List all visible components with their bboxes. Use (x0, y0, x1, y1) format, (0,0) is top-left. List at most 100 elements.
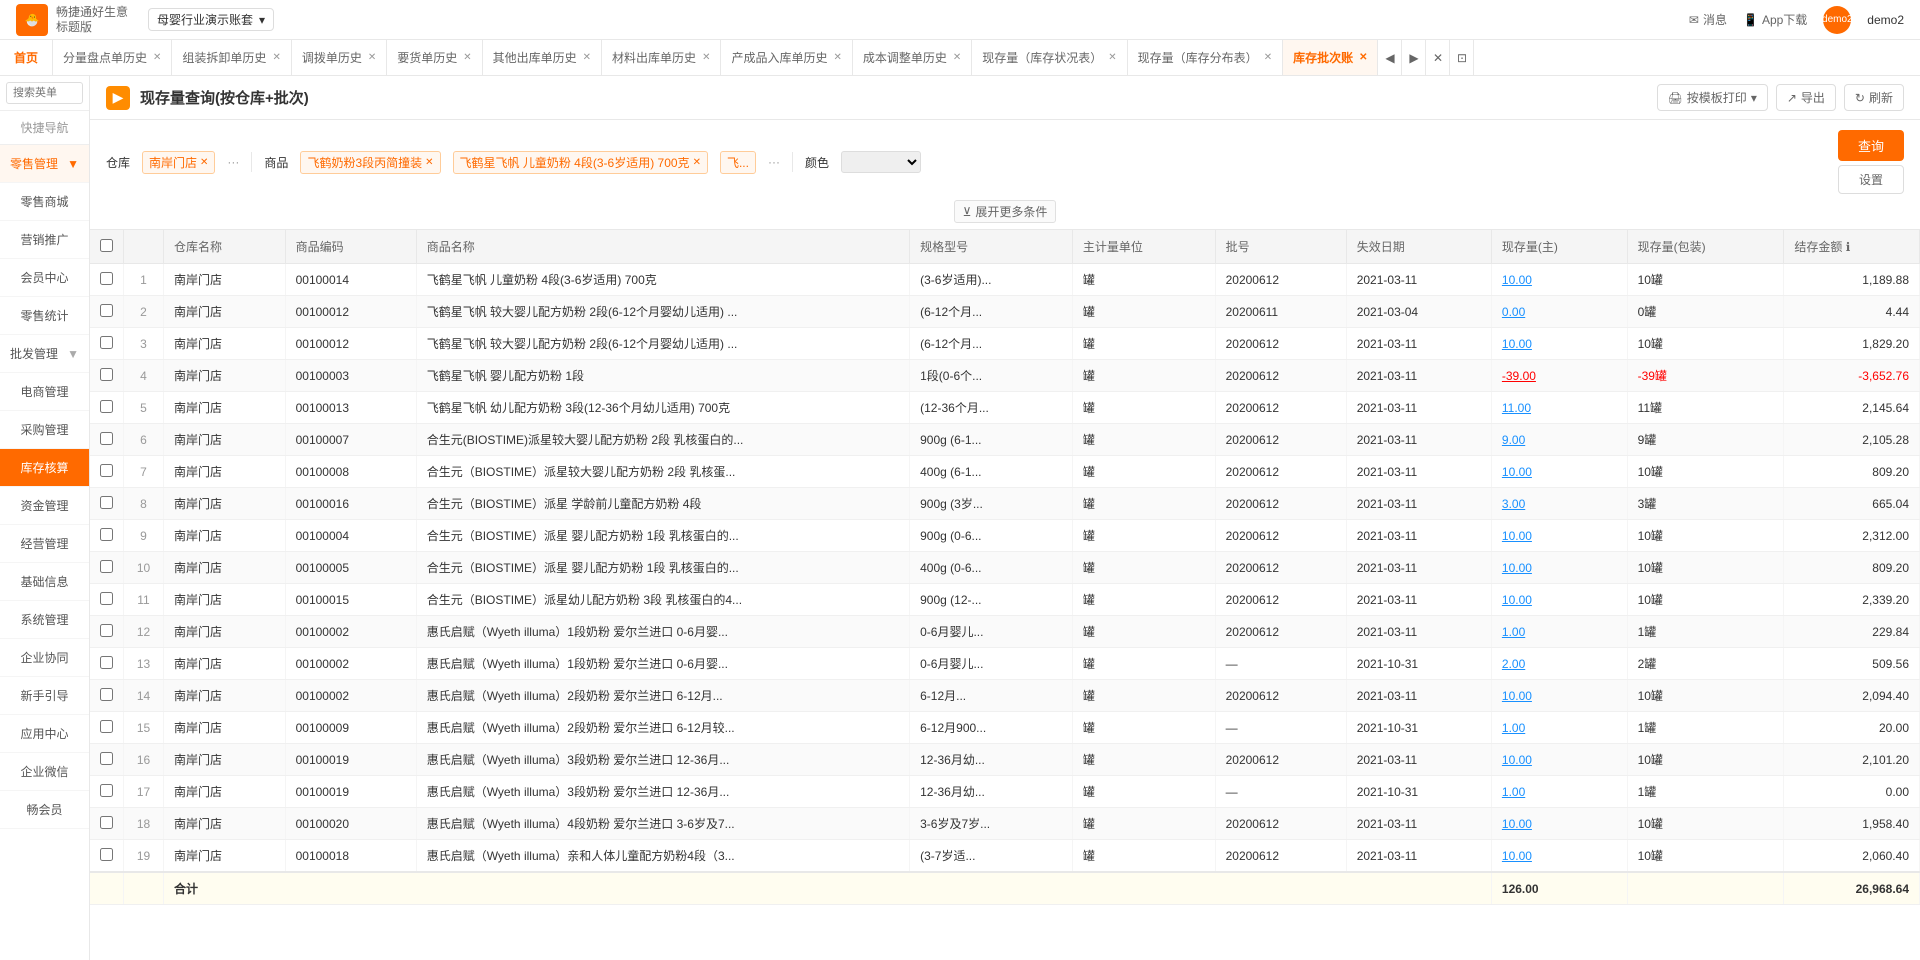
sidebar-item-wechat[interactable]: 企业微信 (0, 753, 89, 791)
tab-4[interactable]: 要货单历史 ✕ (387, 40, 482, 76)
row-checkbox-7[interactable] (100, 464, 113, 477)
tab-7-close[interactable]: ✕ (833, 52, 841, 63)
row-qty-main-11[interactable]: 10.00 (1491, 584, 1627, 616)
row-check-8[interactable] (90, 488, 124, 520)
tab-2[interactable]: 组装拆卸单历史 ✕ (172, 40, 291, 76)
org-selector[interactable]: 母婴行业演示账套 ▾ (148, 8, 274, 31)
row-qty-main-8[interactable]: 3.00 (1491, 488, 1627, 520)
tab-1[interactable]: 分量盘点单历史 ✕ (53, 40, 172, 76)
row-check-14[interactable] (90, 680, 124, 712)
tab-10[interactable]: 现存量（库存分布表） ✕ (1128, 40, 1283, 76)
row-check-4[interactable] (90, 360, 124, 392)
row-check-10[interactable] (90, 552, 124, 584)
row-checkbox-2[interactable] (100, 304, 113, 317)
filter-dots-1[interactable]: ··· (227, 155, 239, 169)
row-checkbox-9[interactable] (100, 528, 113, 541)
row-check-1[interactable] (90, 264, 124, 296)
row-qty-main-14[interactable]: 10.00 (1491, 680, 1627, 712)
product-tag-1[interactable]: 飞鹤奶粉3段丙简撞装 ✕ (300, 151, 440, 174)
tab-5-close[interactable]: ✕ (583, 52, 591, 63)
sidebar-item-management[interactable]: 经营管理 (0, 525, 89, 563)
tab-2-close[interactable]: ✕ (272, 52, 280, 63)
query-button[interactable]: 查询 (1838, 130, 1904, 161)
warehouse-close-icon[interactable]: ✕ (200, 157, 208, 168)
row-qty-main-4[interactable]: -39.00 (1491, 360, 1627, 392)
row-check-12[interactable] (90, 616, 124, 648)
tab-nav-expand[interactable]: ⊡ (1450, 40, 1474, 76)
row-qty-main-5[interactable]: 11.00 (1491, 392, 1627, 424)
row-check-11[interactable] (90, 584, 124, 616)
tab-10-close[interactable]: ✕ (1264, 52, 1272, 63)
filter-dots-2[interactable]: ··· (768, 155, 780, 169)
color-select[interactable] (841, 151, 921, 173)
export-btn[interactable]: ↗ 导出 (1776, 84, 1836, 111)
sidebar-item-marketing[interactable]: 营销推广 (0, 221, 89, 259)
sidebar-item-purchase[interactable]: 采购管理 (0, 411, 89, 449)
row-checkbox-19[interactable] (100, 848, 113, 861)
row-check-5[interactable] (90, 392, 124, 424)
row-qty-main-1[interactable]: 10.00 (1491, 264, 1627, 296)
row-qty-main-17[interactable]: 1.00 (1491, 776, 1627, 808)
app-download-btn[interactable]: 📱 App下载 (1743, 11, 1807, 28)
row-check-9[interactable] (90, 520, 124, 552)
row-checkbox-14[interactable] (100, 688, 113, 701)
row-check-2[interactable] (90, 296, 124, 328)
row-qty-main-15[interactable]: 1.00 (1491, 712, 1627, 744)
expand-conditions-btn[interactable]: ⊻ 展开更多条件 (954, 200, 1057, 223)
sidebar-item-inventory[interactable]: 库存核算 (0, 449, 89, 487)
row-checkbox-4[interactable] (100, 368, 113, 381)
sidebar-item-basic-info[interactable]: 基础信息 (0, 563, 89, 601)
sidebar-item-ecommerce[interactable]: 电商管理 (0, 373, 89, 411)
row-checkbox-17[interactable] (100, 784, 113, 797)
row-checkbox-18[interactable] (100, 816, 113, 829)
sidebar-item-retail-mall[interactable]: 零售商城 (0, 183, 89, 221)
row-checkbox-13[interactable] (100, 656, 113, 669)
row-check-6[interactable] (90, 424, 124, 456)
sidebar-item-wholesale[interactable]: 批发管理 ▼ (0, 335, 89, 373)
row-check-7[interactable] (90, 456, 124, 488)
tab-7[interactable]: 产成品入库单历史 ✕ (721, 40, 852, 76)
expand-sidebar-btn[interactable]: ▶ (106, 86, 130, 110)
tab-5[interactable]: 其他出库单历史 ✕ (483, 40, 602, 76)
product-tag-1-close[interactable]: ✕ (425, 157, 433, 168)
row-checkbox-16[interactable] (100, 752, 113, 765)
tab-6-close[interactable]: ✕ (702, 52, 710, 63)
row-checkbox-10[interactable] (100, 560, 113, 573)
tab-active-close[interactable]: ✕ (1359, 52, 1367, 63)
tab-8-close[interactable]: ✕ (953, 52, 961, 63)
tab-9-close[interactable]: ✕ (1108, 52, 1116, 63)
sidebar-item-member-center[interactable]: 会员中心 (0, 259, 89, 297)
row-check-17[interactable] (90, 776, 124, 808)
row-checkbox-15[interactable] (100, 720, 113, 733)
row-checkbox-8[interactable] (100, 496, 113, 509)
settings-button[interactable]: 设置 (1838, 165, 1904, 194)
row-qty-main-13[interactable]: 2.00 (1491, 648, 1627, 680)
message-btn[interactable]: ✉ 消息 (1689, 11, 1727, 28)
tab-4-close[interactable]: ✕ (463, 52, 471, 63)
row-check-3[interactable] (90, 328, 124, 360)
sidebar-item-guide[interactable]: 新手引导 (0, 677, 89, 715)
sidebar-item-app-center[interactable]: 应用中心 (0, 715, 89, 753)
row-qty-main-7[interactable]: 10.00 (1491, 456, 1627, 488)
row-check-15[interactable] (90, 712, 124, 744)
tab-nav-left[interactable]: ◀ (1378, 40, 1402, 76)
row-qty-main-12[interactable]: 1.00 (1491, 616, 1627, 648)
product-tag-more[interactable]: 飞... (720, 151, 756, 174)
row-checkbox-3[interactable] (100, 336, 113, 349)
print-btn[interactable]: 🖨 按模板打印 ▾ (1657, 84, 1768, 111)
warehouse-tag[interactable]: 南岸门店 ✕ (142, 151, 215, 174)
row-qty-main-2[interactable]: 0.00 (1491, 296, 1627, 328)
sidebar-item-system[interactable]: 系统管理 (0, 601, 89, 639)
sidebar-item-retail-management[interactable]: 零售管理 ▼ (0, 145, 89, 183)
row-checkbox-5[interactable] (100, 400, 113, 413)
select-all-checkbox[interactable] (100, 239, 113, 252)
tab-6[interactable]: 材料出库单历史 ✕ (602, 40, 721, 76)
user-avatar[interactable]: demo2 (1823, 6, 1851, 34)
sidebar-item-enterprise[interactable]: 企业协同 (0, 639, 89, 677)
sidebar-item-member[interactable]: 畅会员 (0, 791, 89, 829)
sidebar-item-retail-stats[interactable]: 零售统计 (0, 297, 89, 335)
row-qty-main-6[interactable]: 9.00 (1491, 424, 1627, 456)
tab-3[interactable]: 调拨单历史 ✕ (292, 40, 387, 76)
tab-active[interactable]: 库存批次账 ✕ (1283, 40, 1378, 76)
row-qty-main-3[interactable]: 10.00 (1491, 328, 1627, 360)
